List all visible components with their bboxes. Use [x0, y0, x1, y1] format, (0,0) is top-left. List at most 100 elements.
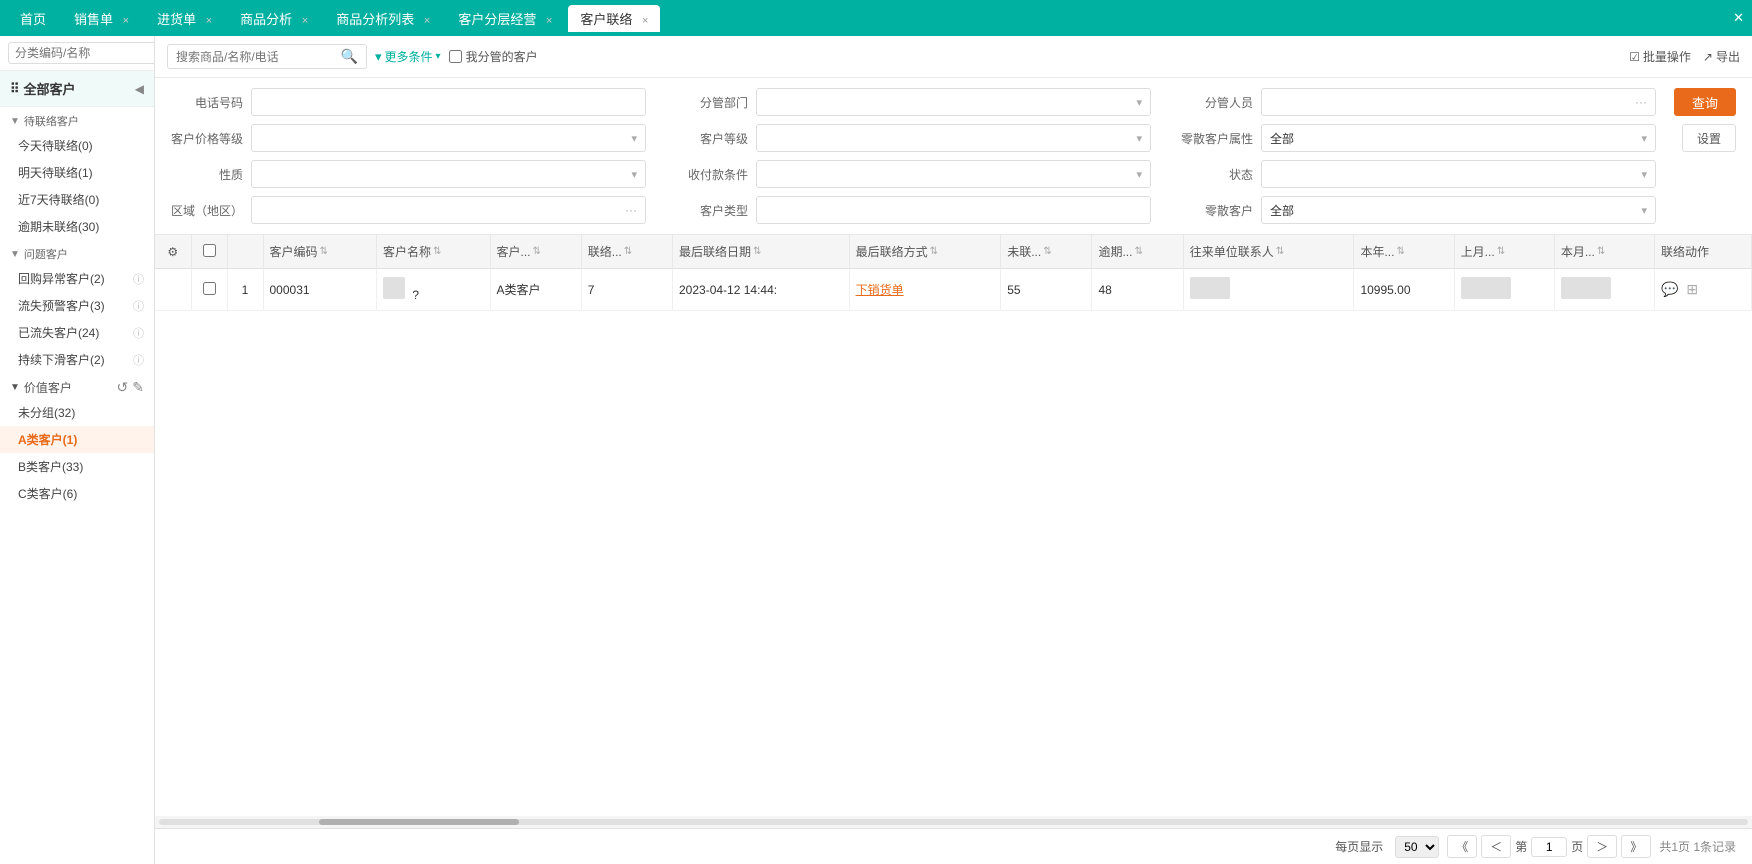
- info-icon-lost[interactable]: ⓘ: [133, 325, 144, 341]
- filter-phone-input[interactable]: [251, 88, 646, 116]
- toolbar-search-input[interactable]: [176, 50, 337, 64]
- bottom-bar: 每页显示 50 《 ＜ 第 页 ＞ 》 共1页 1条记录: [155, 828, 1752, 864]
- prev-page-btn[interactable]: ＜: [1481, 835, 1511, 858]
- filter-price-grade-label: 客户价格等级: [171, 130, 251, 147]
- retail-attr-arrow-icon: ▾: [1641, 132, 1647, 145]
- section-pending-title[interactable]: ▼ 待联络客户: [0, 107, 154, 132]
- sidebar-item-b-class[interactable]: B类客户(33): [0, 453, 154, 480]
- col-header-overdue[interactable]: 逾期...⇅: [1092, 235, 1183, 269]
- sidebar-collapse-icon[interactable]: ◀: [135, 82, 144, 96]
- close-analysis-tab[interactable]: ×: [302, 15, 308, 27]
- tab-customer-seg[interactable]: 客户分层经营 ×: [446, 5, 564, 32]
- scroll-bar-area[interactable]: [155, 816, 1752, 828]
- select-all-checkbox[interactable]: [203, 244, 216, 257]
- close-analysis-list-tab[interactable]: ×: [424, 15, 430, 27]
- col-header-last-date[interactable]: 最后联络日期⇅: [673, 235, 850, 269]
- info-icon-declining[interactable]: ⓘ: [133, 352, 144, 368]
- sidebar-item-tomorrow-pending[interactable]: 明天待联络(1): [0, 159, 154, 186]
- filter-row-2: 客户价格等级 ▾ 客户等级 ▾: [171, 124, 1656, 152]
- filter-person-select[interactable]: ···: [1261, 88, 1656, 116]
- col-header-this-month[interactable]: 本月...⇅: [1554, 235, 1654, 269]
- last-page-btn[interactable]: 》: [1621, 835, 1651, 858]
- sidebar-item-c-class[interactable]: C类客户(6): [0, 480, 154, 507]
- sidebar-item-today-pending[interactable]: 今天待联络(0): [0, 132, 154, 159]
- row-unit-contact: [1183, 269, 1354, 311]
- sidebar-item-abnormal[interactable]: 回购异常客户(2) ⓘ: [0, 265, 154, 292]
- filter-region-select[interactable]: ···: [251, 196, 646, 224]
- col-header-unit-contact[interactable]: 往来单位联系人⇅: [1183, 235, 1354, 269]
- batch-op-checkbox-icon: ☑: [1629, 50, 1640, 64]
- col-header-code[interactable]: 客户编码⇅: [263, 235, 377, 269]
- filter-retail-attr-select[interactable]: 全部 ▾: [1261, 124, 1656, 152]
- table-header-row: ⚙ 客户编码⇅ 客户名称⇅ 客户...⇅ 联络...⇅: [155, 235, 1752, 269]
- export-btn[interactable]: ↗ 导出: [1703, 48, 1740, 65]
- page-number-input[interactable]: [1531, 837, 1567, 857]
- section-value-title[interactable]: ▼ 价值客户 ↺ ✎: [0, 373, 154, 399]
- value-refresh-icon[interactable]: ↺: [117, 379, 129, 396]
- col-header-this-year[interactable]: 本年...⇅: [1354, 235, 1454, 269]
- filter-customer-type-input[interactable]: [756, 196, 1151, 224]
- sidebar-all-customers[interactable]: ⠿ 全部客户 ◀: [0, 71, 154, 107]
- main-layout: 🔍 ⠿ 全部客户 ◀ ▼ 待联络客户 今天待联络(0) 明天待联络(1) 近7天…: [0, 36, 1752, 864]
- filter-customer-grade-select[interactable]: ▾: [756, 124, 1151, 152]
- window-close-btn[interactable]: ✕: [1733, 10, 1744, 26]
- settings-button[interactable]: 设置: [1682, 124, 1736, 152]
- next-page-btn[interactable]: ＞: [1587, 835, 1617, 858]
- sidebar-item-warning[interactable]: 流失预警客户(3) ⓘ: [0, 292, 154, 319]
- filter-retail-select[interactable]: 全部 ▾: [1261, 196, 1656, 224]
- filter-price-grade-select[interactable]: ▾: [251, 124, 646, 152]
- toolbar-search-icon[interactable]: 🔍: [341, 48, 358, 65]
- col-header-contact[interactable]: 联络...⇅: [581, 235, 672, 269]
- batch-op-btn[interactable]: ☑ 批量操作: [1629, 48, 1691, 65]
- sort-contact-icon: ⇅: [624, 246, 632, 257]
- per-page-select[interactable]: 50: [1395, 836, 1439, 858]
- close-purchase-tab[interactable]: ×: [206, 15, 212, 27]
- sidebar-item-7days-pending[interactable]: 近7天待联络(0): [0, 186, 154, 213]
- chat-icon[interactable]: 💬: [1661, 281, 1678, 298]
- sidebar-search-input[interactable]: [8, 42, 155, 64]
- scroll-thumb[interactable]: [319, 819, 519, 825]
- qr-icon[interactable]: ⊞: [1686, 281, 1698, 298]
- filter-more-btn[interactable]: ▾ 更多条件 ▾: [375, 48, 441, 65]
- col-header-name[interactable]: 客户名称⇅: [377, 235, 491, 269]
- filter-nature-select[interactable]: ▾: [251, 160, 646, 188]
- tab-purchase[interactable]: 进货单 ×: [145, 5, 224, 32]
- row-check[interactable]: [191, 269, 227, 311]
- info-icon-warning[interactable]: ⓘ: [133, 298, 144, 314]
- nav-home[interactable]: 首页: [8, 5, 58, 32]
- row-seq: 1: [227, 269, 263, 311]
- sidebar-item-a-class[interactable]: A类客户(1): [0, 426, 154, 453]
- my-customer-checkbox[interactable]: [449, 50, 462, 63]
- filter-status-select[interactable]: ▾: [1261, 160, 1656, 188]
- row-checkbox[interactable]: [203, 282, 216, 295]
- col-header-last-method[interactable]: 最后联络方式⇅: [849, 235, 1001, 269]
- section-problem-title[interactable]: ▼ 问题客户: [0, 240, 154, 265]
- row-actions: 💬 ⊞: [1654, 269, 1751, 311]
- sidebar-item-declining[interactable]: 持续下滑客户(2) ⓘ: [0, 346, 154, 373]
- col-header-last-month[interactable]: 上月...⇅: [1454, 235, 1554, 269]
- close-sales-tab[interactable]: ×: [123, 15, 129, 27]
- info-icon-abnormal[interactable]: ⓘ: [133, 271, 144, 287]
- row-name: ?: [377, 269, 491, 311]
- row-code[interactable]: 000031: [263, 269, 377, 311]
- sidebar-item-lost[interactable]: 已流失客户(24) ⓘ: [0, 319, 154, 346]
- tab-analysis[interactable]: 商品分析 ×: [228, 5, 320, 32]
- query-button[interactable]: 查询: [1674, 88, 1736, 116]
- sidebar-item-overdue-pending[interactable]: 逾期未联络(30): [0, 213, 154, 240]
- col-gear[interactable]: ⚙: [155, 235, 191, 269]
- col-header-no-contact[interactable]: 未联...⇅: [1001, 235, 1092, 269]
- row-last-method[interactable]: 下销货单: [849, 269, 1001, 311]
- sidebar-item-ungrouped[interactable]: 未分组(32): [0, 399, 154, 426]
- tab-customer-contact[interactable]: 客户联络 ×: [568, 5, 660, 32]
- close-customer-seg-tab[interactable]: ×: [546, 15, 552, 27]
- close-customer-contact-tab[interactable]: ×: [642, 15, 648, 27]
- col-header-category[interactable]: 客户...⇅: [490, 235, 581, 269]
- col-check[interactable]: [191, 235, 227, 269]
- filter-payment-select[interactable]: ▾: [756, 160, 1151, 188]
- last-method-link[interactable]: 下销货单: [856, 283, 904, 297]
- tab-sales[interactable]: 销售单 ×: [62, 5, 141, 32]
- value-edit-icon[interactable]: ✎: [132, 379, 144, 396]
- first-page-btn[interactable]: 《: [1447, 835, 1477, 858]
- filter-dept-select[interactable]: ▾: [756, 88, 1151, 116]
- tab-analysis-list[interactable]: 商品分析列表 ×: [324, 5, 442, 32]
